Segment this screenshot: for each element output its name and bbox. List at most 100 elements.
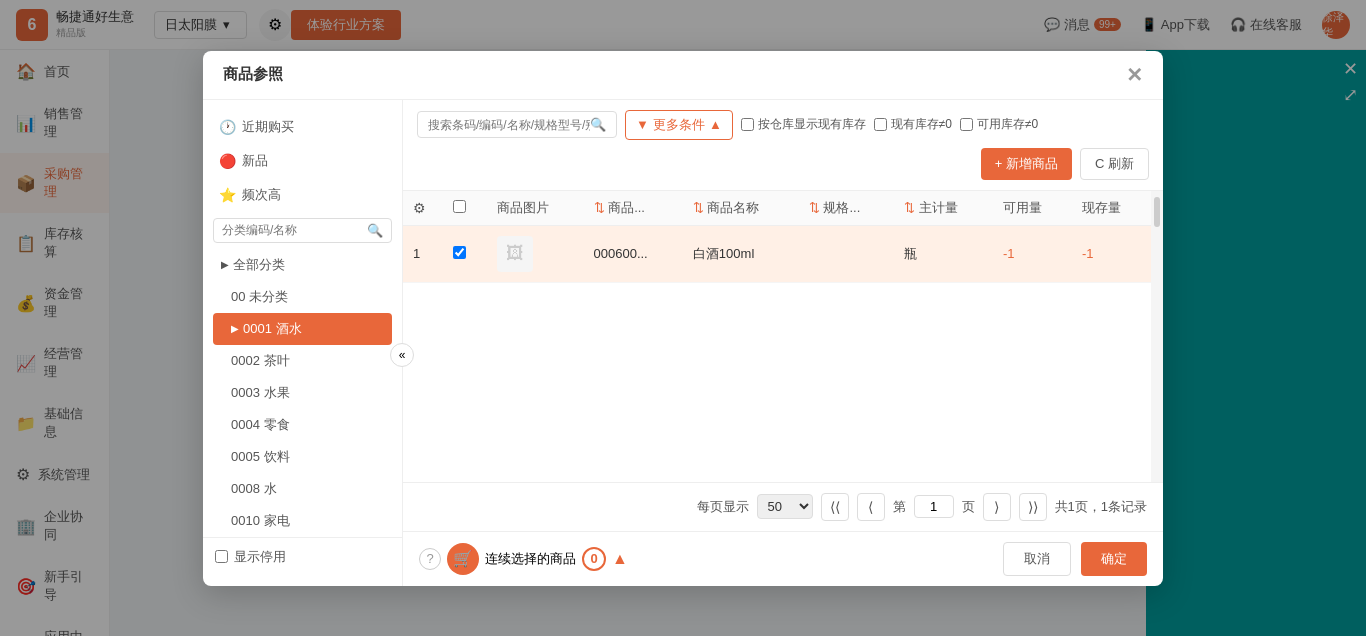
settings-icon[interactable]: ⚙ <box>413 200 426 216</box>
cell-spec <box>799 225 895 282</box>
first-page-btn[interactable]: ⟨⟨ <box>821 493 849 521</box>
th-code-label: 商品... <box>608 200 645 215</box>
new-product-btn[interactable]: + 新增商品 <box>981 148 1072 180</box>
page-label: 第 <box>893 498 906 516</box>
cat-item-label: 0008 水 <box>231 480 277 498</box>
checkbox-label: 现有库存≠0 <box>891 116 952 133</box>
last-page-btn[interactable]: ⟩⟩ <box>1019 493 1047 521</box>
cat-item-label: 0005 饮料 <box>231 448 290 466</box>
th-unit-label: 主计量 <box>919 200 958 215</box>
checkbox-label: 可用库存≠0 <box>977 116 1038 133</box>
cat-item-0003[interactable]: 0003 水果 <box>213 377 392 409</box>
triangle-icon: ▶ <box>231 323 239 334</box>
cell-index: 1 <box>403 225 443 282</box>
th-available: 可用量 <box>993 191 1072 226</box>
cat-item-label: 全部分类 <box>233 256 285 274</box>
product-table-scroll[interactable]: ⚙ 商品图片 ⇅ <box>403 191 1151 482</box>
prev-page-btn[interactable]: ⟨ <box>857 493 885 521</box>
table-row[interactable]: 1 🖼 000600... 白酒100ml <box>403 225 1151 282</box>
continuous-select-label: 连续选择的商品 <box>485 550 576 568</box>
avail-ne0-checkbox[interactable] <box>960 118 973 131</box>
th-spec-label: 规格... <box>823 200 860 215</box>
confirm-btn[interactable]: 确定 <box>1081 542 1147 576</box>
category-tree: ▶ 全部分类 00 未分类 ▶ 0001 酒水 0002 茶叶 0003 水果 <box>203 249 402 537</box>
collapse-arrow-icon[interactable]: ▲ <box>612 550 628 568</box>
quick-item-label: 近期购买 <box>242 118 294 136</box>
per-page-select[interactable]: 50 20 100 <box>757 494 813 519</box>
selected-count-badge: 0 <box>582 547 606 571</box>
checkbox-stock-ne0: 现有库存≠0 <box>874 116 952 133</box>
th-image: 商品图片 <box>487 191 583 226</box>
cat-item-0010[interactable]: 0010 家电 <box>213 505 392 537</box>
table-header-row: ⚙ 商品图片 ⇅ <box>403 191 1151 226</box>
product-search-input[interactable] <box>428 118 590 132</box>
th-image-label: 商品图片 <box>497 200 549 215</box>
quick-item-frequent[interactable]: ⭐ 频次高 <box>203 178 402 212</box>
th-checkbox <box>443 191 487 226</box>
cat-item-0004[interactable]: 0004 零食 <box>213 409 392 441</box>
category-search-input[interactable] <box>222 223 367 237</box>
quick-item-new[interactable]: 🔴 新品 <box>203 144 402 178</box>
checkbox-label: 按仓库显示现有库存 <box>758 116 866 133</box>
checkbox-warehouse: 按仓库显示现有库存 <box>741 116 866 133</box>
filter-arrow-icon: ▲ <box>709 117 722 132</box>
quick-item-label: 频次高 <box>242 186 281 204</box>
cat-item-0001[interactable]: ▶ 0001 酒水 <box>213 313 392 345</box>
th-name-label: 商品名称 <box>707 200 759 215</box>
cancel-btn[interactable]: 取消 <box>1003 542 1071 576</box>
cat-item-label: 0003 水果 <box>231 384 290 402</box>
selected-count-area: ? 🛒 连续选择的商品 0 ▲ <box>419 543 993 575</box>
quick-item-label: 新品 <box>242 152 268 170</box>
page-input[interactable] <box>914 495 954 518</box>
product-search-wrap: 🔍 <box>417 111 617 138</box>
page-suffix: 页 <box>962 498 975 516</box>
collapse-btn[interactable]: « <box>390 343 414 367</box>
help-icon[interactable]: ? <box>419 548 441 570</box>
show-disabled-checkbox[interactable] <box>215 550 228 563</box>
refresh-btn[interactable]: C 刷新 <box>1080 148 1149 180</box>
cat-item-label: 0010 家电 <box>231 512 290 530</box>
modal-overlay: 商品参照 ✕ 🕐 近期购买 🔴 新品 ⭐ 频次高 <box>0 0 1366 636</box>
cell-checkbox <box>443 225 487 282</box>
modal-right-panel: 🔍 ▼ 更多条件 ▲ 按仓库显示现有库存 现有库存≠0 <box>403 100 1163 586</box>
modal-header: 商品参照 ✕ <box>203 51 1163 100</box>
modal-footer: ? 🛒 连续选择的商品 0 ▲ 取消 确定 <box>403 531 1163 586</box>
warehouse-checkbox[interactable] <box>741 118 754 131</box>
sort-icon: ⇅ <box>904 200 915 215</box>
per-page-label: 每页显示 <box>697 498 749 516</box>
filter-icon: ▼ <box>636 117 649 132</box>
th-name[interactable]: ⇅ 商品名称 <box>683 191 799 226</box>
star-icon: ⭐ <box>219 187 236 203</box>
modal-close-btn[interactable]: ✕ <box>1126 65 1143 85</box>
triangle-icon: ▶ <box>221 259 229 270</box>
cell-available: -1 <box>993 225 1072 282</box>
cat-item-00[interactable]: 00 未分类 <box>213 281 392 313</box>
stock-ne0-checkbox[interactable] <box>874 118 887 131</box>
cat-item-label: 00 未分类 <box>231 288 288 306</box>
next-page-btn[interactable]: ⟩ <box>983 493 1011 521</box>
scrollbar[interactable] <box>1151 191 1163 482</box>
cell-image: 🖼 <box>487 225 583 282</box>
row-checkbox[interactable] <box>453 246 466 259</box>
cell-unit: 瓶 <box>894 225 993 282</box>
cat-item-0002[interactable]: 0002 茶叶 <box>213 345 392 377</box>
th-code[interactable]: ⇅ 商品... <box>584 191 683 226</box>
quick-item-recent[interactable]: 🕐 近期购买 <box>203 110 402 144</box>
cat-item-0008[interactable]: 0008 水 <box>213 473 392 505</box>
cell-stock: -1 <box>1072 225 1151 282</box>
product-table: ⚙ 商品图片 ⇅ <box>403 191 1151 283</box>
footer-btns: 取消 确定 <box>1003 542 1147 576</box>
cat-item-label: 0001 酒水 <box>243 320 302 338</box>
th-spec[interactable]: ⇅ 规格... <box>799 191 895 226</box>
th-unit[interactable]: ⇅ 主计量 <box>894 191 993 226</box>
modal-pagination: 每页显示 50 20 100 ⟨⟨ ⟨ 第 页 ⟩ ⟩⟩ 共1页，1条记录 <box>403 482 1163 531</box>
show-disabled-label: 显示停用 <box>234 548 286 566</box>
filter-btn[interactable]: ▼ 更多条件 ▲ <box>625 110 733 140</box>
cat-item-0005[interactable]: 0005 饮料 <box>213 441 392 473</box>
total-info: 共1页，1条记录 <box>1055 498 1147 516</box>
cat-item-all[interactable]: ▶ 全部分类 <box>213 249 392 281</box>
clock-icon: 🕐 <box>219 119 236 135</box>
select-all-checkbox[interactable] <box>453 200 466 213</box>
modal-left-panel: 🕐 近期购买 🔴 新品 ⭐ 频次高 🔍 « <box>203 100 403 586</box>
sort-icon: ⇅ <box>809 200 820 215</box>
